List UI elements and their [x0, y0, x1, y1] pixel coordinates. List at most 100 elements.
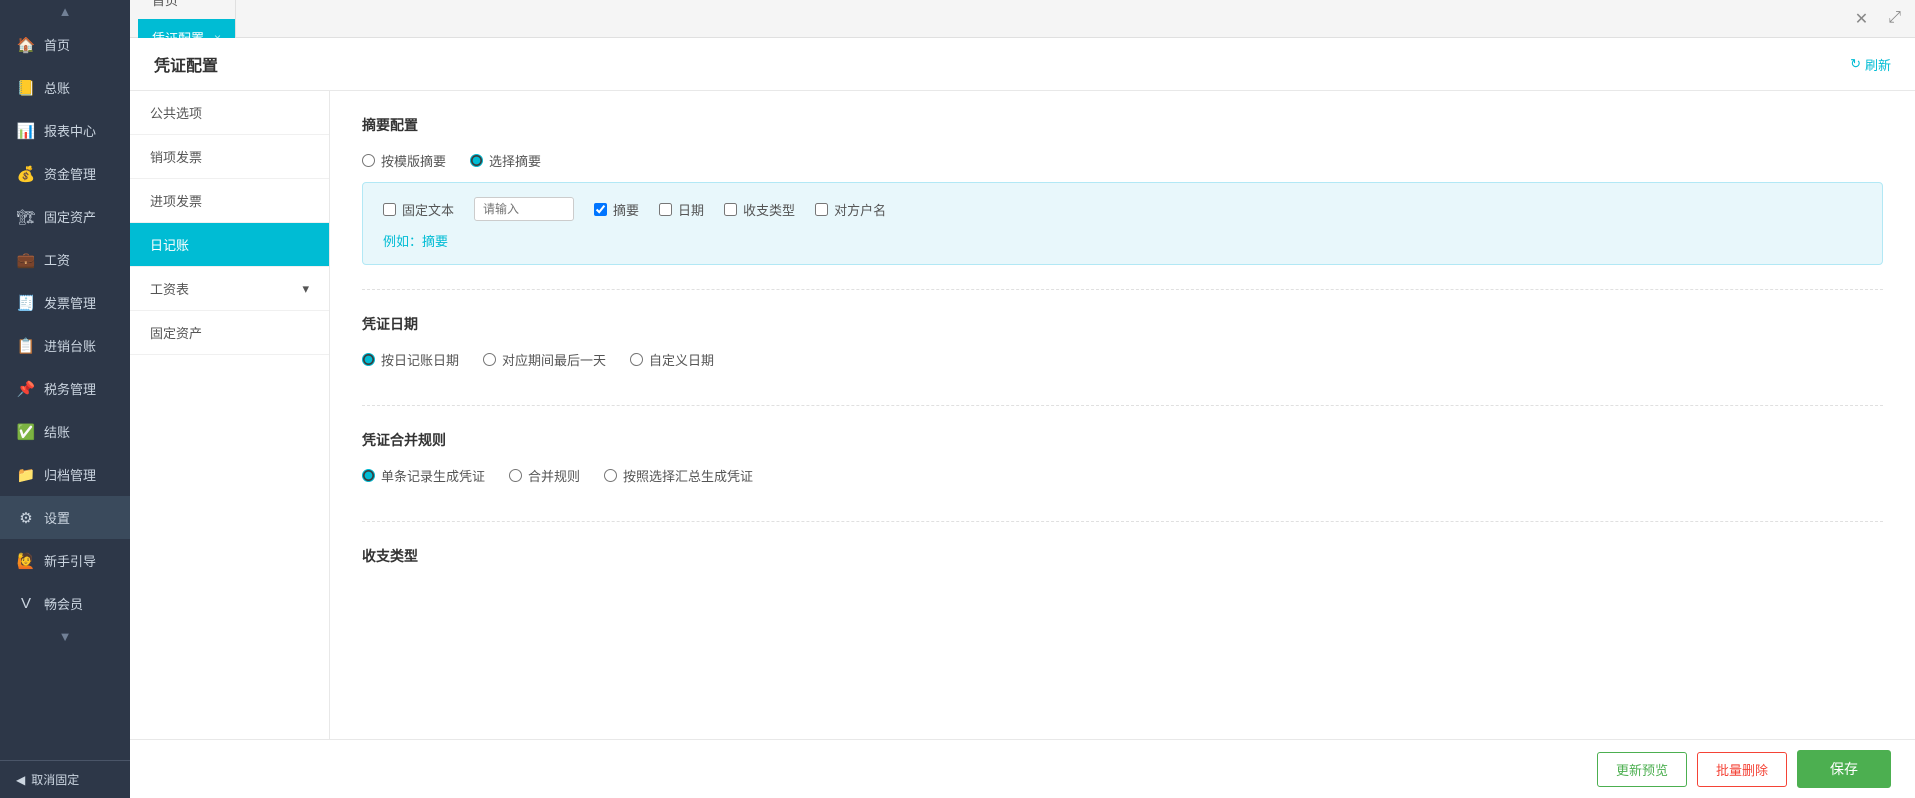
income-type-checkbox[interactable]: [724, 203, 737, 216]
chevron-icon: ▾: [302, 281, 309, 297]
sidebar-item-vip[interactable]: V畅会员: [0, 582, 130, 625]
summary-checkbox-label[interactable]: 摘要: [594, 200, 639, 219]
left-nav-item-journal[interactable]: 日记账: [130, 223, 329, 267]
expand-window-btn[interactable]: ⤢: [1882, 7, 1907, 31]
merge-option1[interactable]: 单条记录生成凭证: [362, 466, 485, 485]
payroll-icon: 💼: [16, 251, 36, 269]
counterpart-checkbox-label[interactable]: 对方户名: [815, 200, 886, 219]
sidebar-item-label: 结账: [44, 422, 70, 441]
radio-select-input[interactable]: [470, 154, 483, 167]
summary-config-section: 摘要配置 按模版摘要 选择摘要: [362, 115, 1883, 290]
refresh-icon: ↻: [1850, 56, 1861, 72]
sidebar-scroll-down[interactable]: ▼: [0, 625, 130, 648]
left-nav-label: 销项发票: [150, 147, 202, 166]
sidebar-item-funds[interactable]: 💰 资金管理: [0, 152, 130, 195]
refresh-button[interactable]: ↻ 刷新: [1850, 55, 1891, 74]
tabbar: 首页凭证配置× ✕ ⤢: [130, 0, 1915, 38]
radio-template-input[interactable]: [362, 154, 375, 167]
sidebar-item-payroll[interactable]: 💼 工资: [0, 238, 130, 281]
voucher-date-option1[interactable]: 按日记账日期: [362, 350, 459, 369]
left-nav-item-public[interactable]: 公共选项: [130, 91, 329, 135]
update-preview-button[interactable]: 更新预览: [1597, 752, 1687, 787]
voucher-date-radio2[interactable]: [483, 353, 496, 366]
radio-select-label[interactable]: 选择摘要: [470, 151, 541, 170]
left-nav-label: 进项发票: [150, 191, 202, 210]
left-nav-item-payroll-table[interactable]: 工资表 ▾: [130, 267, 329, 311]
radio-template-label[interactable]: 按模版摘要: [362, 151, 446, 170]
merge-option2[interactable]: 合并规则: [509, 466, 580, 485]
sidebar-item-settings[interactable]: ⚙设置: [0, 496, 130, 539]
tab-label: 首页: [152, 0, 178, 9]
left-nav-item-purchase-invoice[interactable]: 进项发票: [130, 179, 329, 223]
fixed-text-input[interactable]: [474, 197, 574, 221]
left-nav-item-sales-invoice[interactable]: 销项发票: [130, 135, 329, 179]
summary-config-title: 摘要配置: [362, 115, 1883, 135]
content: 凭证配置 ↻ 刷新 公共选项销项发票进项发票日记账工资表 ▾ 固定资产 摘要配置 按…: [130, 38, 1915, 798]
sidebar-item-home[interactable]: 🏠首页: [0, 23, 130, 66]
body-layout: 公共选项销项发票进项发票日记账工资表 ▾ 固定资产 摘要配置 按模版摘要 选择摘要: [130, 91, 1915, 739]
voucher-date-radio3[interactable]: [630, 353, 643, 366]
fixed-assets-icon: 🏗: [16, 208, 36, 226]
summary-radio-group: 按模版摘要 选择摘要: [362, 151, 1883, 170]
sidebar-item-purchase-sale[interactable]: 📋 进销台账: [0, 324, 130, 367]
sidebar-item-label: 资金管理: [44, 164, 96, 183]
sidebar-item-label: 报表中心: [44, 121, 96, 140]
main-area: 首页凭证配置× ✕ ⤢ 凭证配置 ↻ 刷新 公共选项销项发票进项发票日记账工资表…: [130, 0, 1915, 798]
close-window-btn[interactable]: ✕: [1849, 7, 1874, 31]
fixed-text-label[interactable]: 固定文本: [383, 200, 454, 219]
left-nav-label: 工资表: [150, 279, 189, 298]
sidebar-item-ledger[interactable]: 📒总账: [0, 66, 130, 109]
sidebar-cancel-pin[interactable]: ◀ 取消固定: [0, 760, 130, 798]
left-nav-label: 日记账: [150, 235, 189, 254]
date-checkbox-label[interactable]: 日期: [659, 200, 704, 219]
ledger-icon: 📒: [16, 79, 36, 97]
right-content: 摘要配置 按模版摘要 选择摘要: [330, 91, 1915, 739]
merge-rules-radio-group: 单条记录生成凭证 合并规则 按照选择汇总生成凭证: [362, 466, 1883, 485]
sidebar-item-reports[interactable]: 📊 报表中心: [0, 109, 130, 152]
sidebar-item-label: 税务管理: [44, 379, 96, 398]
fixed-text-checkbox[interactable]: [383, 203, 396, 216]
merge-option3[interactable]: 按照选择汇总生成凭证: [604, 466, 753, 485]
guide-icon: 🙋: [16, 552, 36, 570]
sidebar-item-fixed-assets[interactable]: 🏗固定资产: [0, 195, 130, 238]
sidebar-item-archive[interactable]: 📁归档管理: [0, 453, 130, 496]
sidebar-item-label: 进销台账: [44, 336, 96, 355]
summary-checkbox[interactable]: [594, 203, 607, 216]
example-text: 例如：摘要: [383, 231, 1862, 250]
voucher-date-option2[interactable]: 对应期间最后一天: [483, 350, 606, 369]
tab-close-icon[interactable]: ×: [214, 31, 221, 45]
merge-radio3[interactable]: [604, 469, 617, 482]
page-header: 凭证配置 ↻ 刷新: [130, 38, 1915, 91]
tax-mgmt-icon: 📌: [16, 380, 36, 398]
reports-icon: 📊: [16, 122, 36, 140]
counterpart-checkbox[interactable]: [815, 203, 828, 216]
save-button[interactable]: 保存: [1797, 750, 1891, 788]
sidebar-item-tax-mgmt[interactable]: 📌 税务管理: [0, 367, 130, 410]
page-title: 凭证配置: [154, 52, 218, 76]
sidebar-item-label: 工资: [44, 250, 70, 269]
vip-icon: V: [16, 595, 36, 612]
voucher-date-radio-group: 按日记账日期 对应期间最后一天 自定义日期: [362, 350, 1883, 369]
tab-home-tab[interactable]: 首页: [138, 0, 236, 19]
date-checkbox[interactable]: [659, 203, 672, 216]
sidebar-item-settlement[interactable]: ✅结账: [0, 410, 130, 453]
voucher-date-section: 凭证日期 按日记账日期 对应期间最后一天 自定义日期: [362, 314, 1883, 406]
sidebar-item-label: 首页: [44, 35, 70, 54]
voucher-date-option3[interactable]: 自定义日期: [630, 350, 714, 369]
batch-delete-button[interactable]: 批量删除: [1697, 752, 1787, 787]
funds-icon: 💰: [16, 165, 36, 183]
income-type-checkbox-label[interactable]: 收支类型: [724, 200, 795, 219]
left-nav-label: 固定资产: [150, 323, 202, 342]
sidebar-scroll-up[interactable]: ▲: [0, 0, 130, 23]
voucher-date-radio1[interactable]: [362, 353, 375, 366]
summary-checkbox-group: 固定文本 摘要 日期: [383, 197, 1862, 221]
pin-icon: ◀: [16, 773, 25, 787]
sidebar-item-label: 新手引导: [44, 551, 96, 570]
purchase-sale-icon: 📋: [16, 337, 36, 355]
merge-radio1[interactable]: [362, 469, 375, 482]
merge-rules-section: 凭证合并规则 单条记录生成凭证 合并规则 按照选择汇总生成凭证: [362, 430, 1883, 522]
sidebar-item-invoice-mgmt[interactable]: 🧾发票管理: [0, 281, 130, 324]
sidebar-item-guide[interactable]: 🙋 新手引导: [0, 539, 130, 582]
left-nav-item-fixed-assets-nav[interactable]: 固定资产: [130, 311, 329, 355]
merge-radio2[interactable]: [509, 469, 522, 482]
